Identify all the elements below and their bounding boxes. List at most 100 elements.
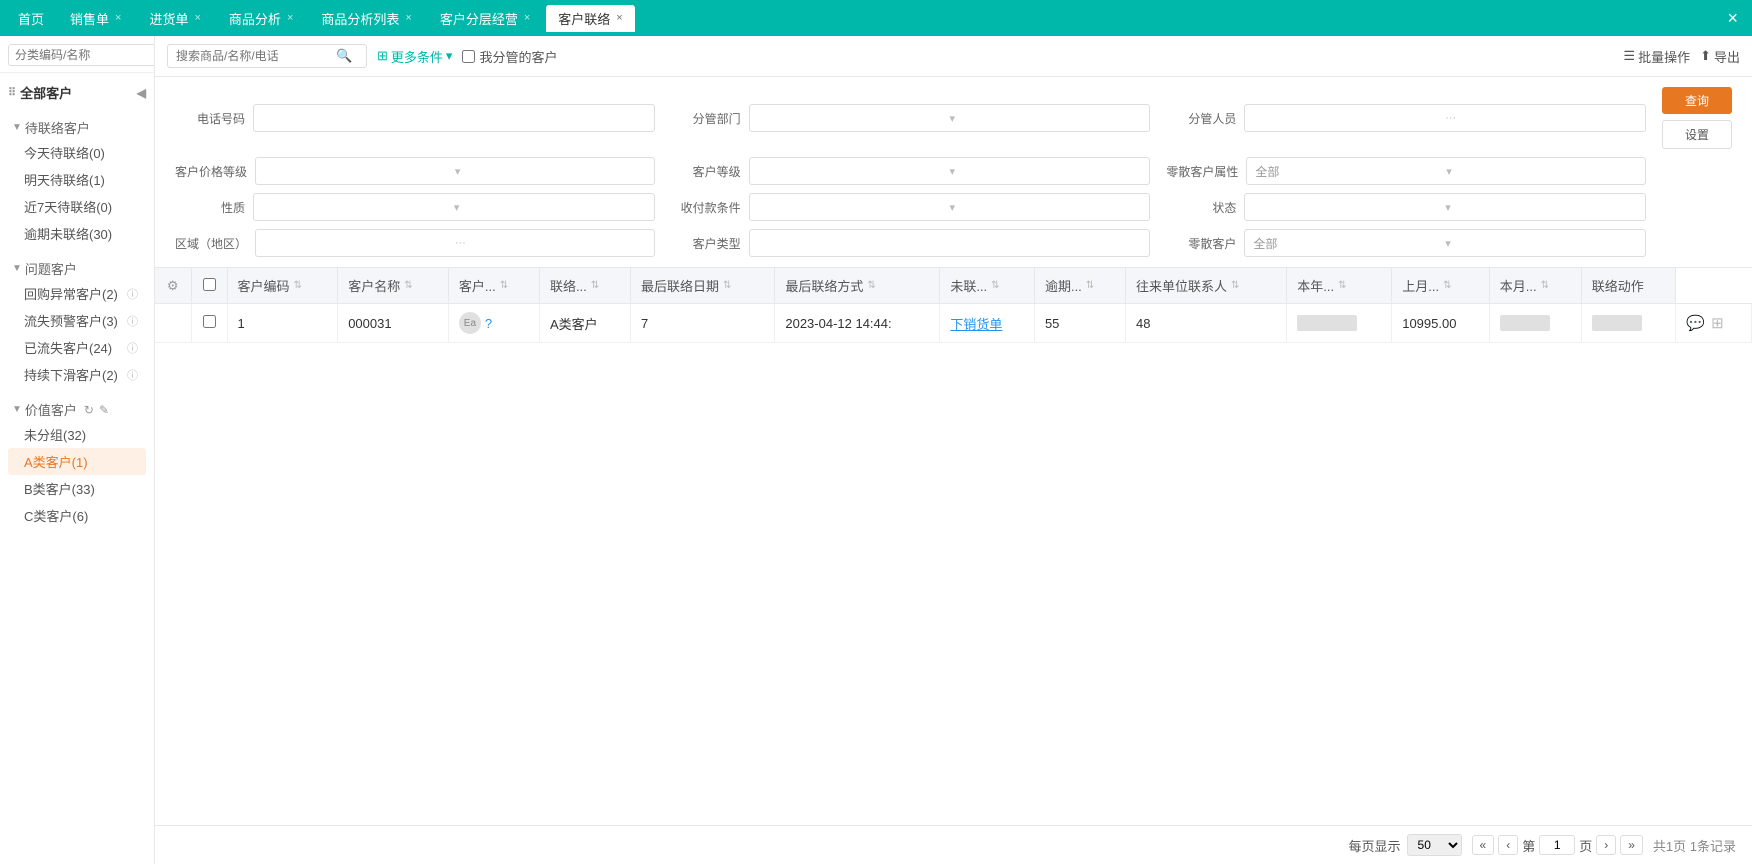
sidebar-item-tomorrow-pending[interactable]: 明天待联络(1) bbox=[8, 166, 146, 193]
filter-search-input[interactable] bbox=[176, 49, 336, 63]
my-customers-filter[interactable]: 我分管的客户 bbox=[462, 47, 557, 66]
table-col-overdue[interactable]: 逾期... ⇅ bbox=[1034, 268, 1125, 304]
filter-field-payment: 收付款条件 ▾ bbox=[671, 193, 1151, 221]
sidebar-item-churn-warning[interactable]: 流失预警客户(3) ⓘ bbox=[8, 307, 146, 334]
sidebar-search-input[interactable] bbox=[8, 44, 155, 66]
filter-field-nature: 性质 ▾ bbox=[175, 193, 655, 221]
sidebar-pending-contact-title[interactable]: ▼ 待联络客户 bbox=[8, 114, 146, 139]
my-customers-checkbox[interactable] bbox=[462, 50, 475, 63]
sidebar-item-7days-pending-label: 近7天待联络(0) bbox=[24, 197, 112, 216]
table-header-row: ⚙ 客户编码 ⇅ 客户名称 bbox=[155, 268, 1752, 304]
page-prev-button[interactable]: ‹ bbox=[1498, 835, 1518, 855]
table-col-not-contacted[interactable]: 未联... ⇅ bbox=[940, 268, 1035, 304]
nav-tab-purchase-close[interactable]: × bbox=[194, 12, 200, 24]
row-grid-icon[interactable]: ⊞ bbox=[1711, 314, 1724, 332]
row-name-label[interactable]: ? bbox=[485, 316, 492, 331]
sidebar-item-c-class[interactable]: C类客户(6) bbox=[8, 502, 146, 529]
nav-tab-analysis[interactable]: 商品分析 × bbox=[217, 5, 305, 32]
table-col-this-month[interactable]: 本月... ⇅ bbox=[1489, 268, 1581, 304]
table-col-last-contact-method[interactable]: 最后联络方式 ⇅ bbox=[775, 268, 940, 304]
filter-input-nature[interactable]: ▾ bbox=[253, 193, 655, 221]
nav-tab-purchase[interactable]: 进货单 × bbox=[137, 5, 212, 32]
filter-input-customer-level[interactable]: ▾ bbox=[749, 157, 1151, 185]
row-action-cell: 💬 ⊞ bbox=[1676, 304, 1752, 343]
batch-operation-button[interactable]: ☰ 批量操作 bbox=[1623, 47, 1690, 66]
batch-op-icon: ☰ bbox=[1623, 48, 1635, 64]
nav-tab-customer-tier[interactable]: 客户分层经营 × bbox=[428, 5, 542, 32]
nav-tab-customer-tier-close[interactable]: × bbox=[524, 12, 530, 24]
export-button[interactable]: ⬆ 导出 bbox=[1700, 47, 1740, 66]
page-label: 第 bbox=[1522, 836, 1535, 855]
filter-input-price-level[interactable]: ▾ bbox=[255, 157, 655, 185]
sidebar-all-customers-title[interactable]: ⠿ 全部客户 ◀ bbox=[8, 79, 146, 106]
sidebar-problem-label: 问题客户 bbox=[25, 259, 77, 278]
table-col-company-contact[interactable]: 往来单位联系人 ⇅ bbox=[1125, 268, 1286, 304]
filter-input-region[interactable]: ··· bbox=[255, 229, 655, 257]
filter-input-dept[interactable]: ▾ bbox=[749, 104, 1151, 132]
sidebar-value-customers-title[interactable]: ▼ 价值客户 ↻ ✎ bbox=[8, 396, 146, 421]
sidebar-item-churned[interactable]: 已流失客户(24) ⓘ bbox=[8, 334, 146, 361]
row-chat-icon[interactable]: 💬 bbox=[1686, 314, 1705, 332]
nav-tab-customer-contact[interactable]: 客户联络 × bbox=[546, 5, 634, 32]
filter-action-buttons: 查询 设置 bbox=[1662, 87, 1732, 149]
filter-input-person[interactable]: ··· bbox=[1244, 104, 1646, 132]
nav-tab-sales[interactable]: 销售单 × bbox=[58, 5, 133, 32]
filter-input-phone[interactable] bbox=[253, 104, 655, 132]
sidebar-item-b-class[interactable]: B类客户(33) bbox=[8, 475, 146, 502]
filter-search-button[interactable]: 🔍 bbox=[336, 48, 352, 64]
table-col-this-year[interactable]: 本年... ⇅ bbox=[1287, 268, 1392, 304]
filter-field-dept: 分管部门 ▾ bbox=[671, 104, 1151, 132]
close-all-button[interactable]: × bbox=[1721, 8, 1744, 29]
table-col-name[interactable]: 客户名称 ⇅ bbox=[338, 268, 449, 304]
table-col-gear[interactable]: ⚙ bbox=[155, 268, 191, 304]
sidebar-refresh-icon[interactable]: ↻ bbox=[84, 403, 94, 417]
sidebar-edit-icon[interactable]: ✎ bbox=[99, 403, 109, 417]
table-select-all[interactable] bbox=[203, 278, 216, 291]
query-button[interactable]: 查询 bbox=[1662, 87, 1732, 114]
sidebar-item-abnormal-repurchase[interactable]: 回购异常客户(2) ⓘ bbox=[8, 280, 146, 307]
sidebar-item-abnormal-repurchase-label: 回购异常客户(2) bbox=[24, 284, 118, 303]
sidebar-item-declining[interactable]: 持续下滑客户(2) ⓘ bbox=[8, 361, 146, 388]
per-page-label: 每页显示 bbox=[1349, 836, 1401, 855]
filter-input-retail-attr[interactable]: 全部 ▾ bbox=[1246, 157, 1646, 185]
nav-tab-analysis-list-close[interactable]: × bbox=[405, 12, 411, 24]
sidebar-problem-customers-title[interactable]: ▼ 问题客户 bbox=[8, 255, 146, 280]
filter-input-retail-customer[interactable]: 全部 ▾ bbox=[1244, 229, 1646, 257]
page-first-button[interactable]: « bbox=[1472, 835, 1495, 855]
sidebar-item-overdue-pending[interactable]: 逾期未联络(30) bbox=[8, 220, 146, 247]
sidebar-collapse-icon[interactable]: ◀ bbox=[137, 86, 146, 100]
page-last-button[interactable]: » bbox=[1620, 835, 1643, 855]
filter-input-payment[interactable]: ▾ bbox=[749, 193, 1151, 221]
row-last-contact-method[interactable]: 下销货单 bbox=[940, 304, 1035, 343]
row-avatar: Ea bbox=[459, 312, 481, 334]
nav-tab-sales-close[interactable]: × bbox=[115, 12, 121, 24]
table-col-contact-count[interactable]: 联络... ⇅ bbox=[539, 268, 630, 304]
sidebar-pending-label: 待联络客户 bbox=[25, 118, 90, 137]
sidebar-item-today-pending[interactable]: 今天待联络(0) bbox=[8, 139, 146, 166]
row-checkbox[interactable] bbox=[203, 315, 216, 328]
filter-label-nature: 性质 bbox=[175, 199, 245, 216]
row-name: Ea ? bbox=[448, 304, 539, 343]
sidebar-value-customers-section: ▼ 价值客户 ↻ ✎ 未分组(32) A类客户(1) B类客户(33) C类客户… bbox=[0, 390, 154, 531]
page-next-button[interactable]: › bbox=[1596, 835, 1616, 855]
table-col-level[interactable]: 客户... ⇅ bbox=[448, 268, 539, 304]
nav-tab-analysis-close[interactable]: × bbox=[287, 12, 293, 24]
setting-button[interactable]: 设置 bbox=[1662, 120, 1732, 149]
table-col-last-month[interactable]: 上月... ⇅ bbox=[1392, 268, 1490, 304]
nav-tab-customer-contact-close[interactable]: × bbox=[616, 12, 622, 24]
nav-home[interactable]: 首页 bbox=[8, 5, 54, 32]
top-nav: 首页 销售单 × 进货单 × 商品分析 × 商品分析列表 × 客户分层经营 × … bbox=[0, 0, 1752, 36]
filter-more-conditions[interactable]: ⊞ 更多条件 ▾ bbox=[377, 47, 452, 66]
sidebar-item-a-class[interactable]: A类客户(1) bbox=[8, 448, 146, 475]
filter-field-price-level: 客户价格等级 ▾ bbox=[175, 157, 655, 185]
nav-tab-analysis-list[interactable]: 商品分析列表 × bbox=[309, 5, 423, 32]
table-col-code[interactable]: 客户编码 ⇅ bbox=[227, 268, 338, 304]
filter-input-customer-type[interactable] bbox=[749, 229, 1151, 257]
row-last-contact-method-link[interactable]: 下销货单 bbox=[950, 317, 1002, 332]
page-number-input[interactable] bbox=[1539, 835, 1575, 855]
filter-input-status[interactable]: ▾ bbox=[1244, 193, 1646, 221]
sidebar-item-ungrouped[interactable]: 未分组(32) bbox=[8, 421, 146, 448]
table-col-last-contact-date[interactable]: 最后联络日期 ⇅ bbox=[630, 268, 774, 304]
sidebar-item-7days-pending[interactable]: 近7天待联络(0) bbox=[8, 193, 146, 220]
per-page-select[interactable]: 50 20 100 bbox=[1407, 834, 1462, 856]
